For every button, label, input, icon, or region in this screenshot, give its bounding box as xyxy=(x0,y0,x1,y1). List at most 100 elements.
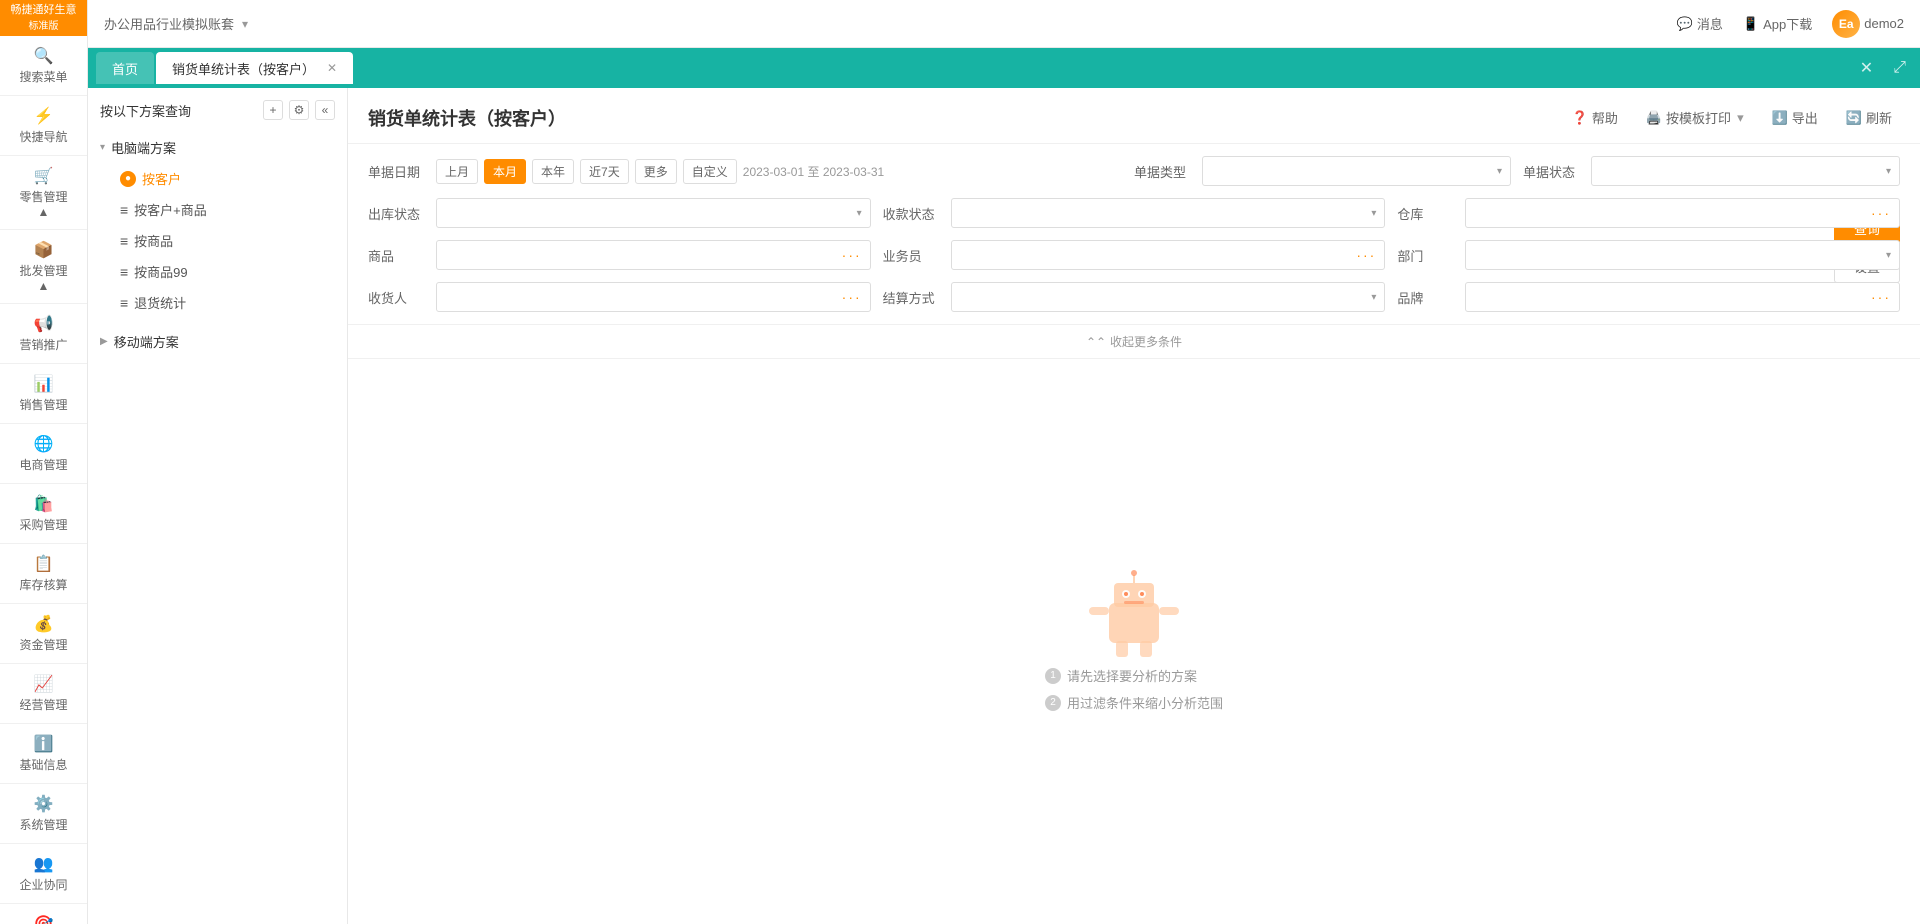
scheme-return-stats[interactable]: ≡ 退货统计 xyxy=(88,287,347,318)
collapse-bar[interactable]: ⌃⌃ 收起更多条件 xyxy=(348,325,1920,359)
date-btn-custom[interactable]: 自定义 xyxy=(683,159,737,184)
basic-icon: ℹ️ xyxy=(4,734,83,754)
doc-type-field: 单据类型 ▾ xyxy=(1134,156,1511,186)
page-actions: ❓ 帮助 🖨️ 按模板打印 ⬇️ 导出 🔄 刷新 xyxy=(1564,104,1900,131)
date-btn-last-month[interactable]: 上月 xyxy=(436,159,478,184)
scheme-icon: ≡ xyxy=(120,295,128,311)
mobile-section: ▶ 移动端方案 xyxy=(88,322,347,361)
user-menu[interactable]: Ea demo2 xyxy=(1832,10,1904,38)
doc-status-field: 单据状态 ▾ xyxy=(1523,156,1900,186)
active-scheme-dot: ● xyxy=(120,171,136,187)
mobile-section-header[interactable]: ▶ 移动端方案 xyxy=(88,326,347,357)
mobile-section-label: 移动端方案 xyxy=(114,332,179,351)
brand-select[interactable]: ··· xyxy=(1465,282,1900,312)
settlement-label: 结算方式 xyxy=(883,288,943,307)
doc-status-arrow-icon: ▾ xyxy=(1886,166,1891,177)
out-status-field: 出库状态 ▾ xyxy=(368,198,871,228)
refresh-btn[interactable]: 🔄 刷新 xyxy=(1838,104,1900,131)
purchase-icon: 🛍️ xyxy=(4,494,83,514)
scheme-by-customer[interactable]: ● 按客户 xyxy=(88,163,347,194)
department-select[interactable]: ▾ xyxy=(1465,240,1900,270)
department-arrow-icon: ▾ xyxy=(1886,250,1891,261)
app-download-icon: 📱 xyxy=(1743,16,1759,32)
template-print-btn[interactable]: 🖨️ 按模板打印 xyxy=(1638,104,1752,131)
sidebar-item-label: 库存核算 xyxy=(4,576,83,593)
sidebar-item-finance[interactable]: 💰 资金管理 xyxy=(0,604,87,664)
app-download-btn[interactable]: 📱 App下载 xyxy=(1743,14,1812,33)
tab-maximize-icon[interactable]: ⤢ xyxy=(1887,57,1912,79)
out-status-label: 出库状态 xyxy=(368,204,428,223)
quick-nav-icon: ⚡ xyxy=(4,106,83,126)
department-label: 部门 xyxy=(1397,246,1457,265)
scheme-by-customer-product[interactable]: ≡ 按客户+商品 xyxy=(88,194,347,225)
sidebar-item-enterprise[interactable]: 👥 企业协同 xyxy=(0,844,87,904)
help-btn[interactable]: ❓ 帮助 xyxy=(1564,104,1626,131)
sidebar-item-sales[interactable]: 📊 销售管理 xyxy=(0,364,87,424)
tab-close-icon[interactable]: ✕ xyxy=(327,61,337,75)
recipient-select[interactable]: ··· xyxy=(436,282,871,312)
receipt-status-select[interactable]: ▾ xyxy=(951,198,1386,228)
wholesale-arrow-icon: ▲ xyxy=(38,279,50,293)
date-btn-this-year[interactable]: 本年 xyxy=(532,159,574,184)
sidebar-item-newbie[interactable]: 🎯 新手引导 xyxy=(0,904,87,924)
sidebar-item-ecommerce[interactable]: 🌐 电商管理 xyxy=(0,424,87,484)
tip-text-1: 请先选择要分析的方案 xyxy=(1067,666,1197,685)
product-select[interactable]: ··· xyxy=(436,240,871,270)
sidebar-item-purchase[interactable]: 🛍️ 采购管理 xyxy=(0,484,87,544)
date-btn-this-month[interactable]: 本月 xyxy=(484,159,526,184)
date-range-text: 2023-03-01 至 2023-03-31 xyxy=(743,163,884,180)
tab-home[interactable]: 首页 xyxy=(96,52,154,84)
sidebar-item-marketing[interactable]: 📢 营销推广 xyxy=(0,304,87,364)
sales-icon: 📊 xyxy=(4,374,83,394)
sidebar-item-label: 经营管理 xyxy=(4,696,83,713)
sidebar-item-system[interactable]: ⚙️ 系统管理 xyxy=(0,784,87,844)
scheme-by-product99-label: 按商品99 xyxy=(134,262,187,281)
sidebar-item-inventory[interactable]: 📋 库存核算 xyxy=(0,544,87,604)
sidebar-item-quick-nav[interactable]: ⚡ 快捷导航 xyxy=(0,96,87,156)
sidebar-item-label: 零售管理 xyxy=(4,188,83,205)
tip-text-2: 用过滤条件来缩小分析范围 xyxy=(1067,693,1223,712)
settings-scheme-btn[interactable]: ⚙ xyxy=(289,100,309,120)
sidebar-item-retail[interactable]: 🛒 零售管理 ▲ xyxy=(0,156,87,230)
breadcrumb-dropdown-icon[interactable]: ▾ xyxy=(242,17,248,31)
header-right: 💬 消息 📱 App下载 Ea demo2 xyxy=(1677,10,1904,38)
tab-close-all-icon[interactable]: ✕ xyxy=(1854,56,1879,80)
empty-tips: 1 请先选择要分析的方案 2 用过滤条件来缩小分析范围 xyxy=(1045,666,1223,720)
sidebar-item-search-menu[interactable]: 🔍 搜索菜单 xyxy=(0,36,87,96)
marketing-icon: 📢 xyxy=(4,314,83,334)
salesperson-label: 业务员 xyxy=(883,246,943,265)
salesperson-dots-icon: ··· xyxy=(1356,247,1376,263)
desktop-section-header[interactable]: ▾ 电脑端方案 xyxy=(88,132,347,163)
export-btn[interactable]: ⬇️ 导出 xyxy=(1764,104,1826,131)
collapse-scheme-btn[interactable]: « xyxy=(315,100,335,120)
filter-panel: 按以下方案查询 + ⚙ « ▾ 电脑端方案 ● 按客户 ≡ 按 xyxy=(88,88,348,924)
doc-type-select[interactable]: ▾ xyxy=(1202,156,1511,186)
date-btn-7days[interactable]: 近7天 xyxy=(580,159,629,184)
tab-sales-stats[interactable]: 销货单统计表（按客户） ✕ xyxy=(156,52,353,84)
page-title: 销货单统计表（按客户） xyxy=(368,105,566,131)
sidebar-item-operation[interactable]: 📈 经营管理 xyxy=(0,664,87,724)
date-btn-more[interactable]: 更多 xyxy=(635,159,677,184)
warehouse-select[interactable]: ··· xyxy=(1465,198,1900,228)
out-status-select[interactable]: ▾ xyxy=(436,198,871,228)
settlement-arrow-icon: ▾ xyxy=(1371,292,1376,303)
sidebar-item-basic[interactable]: ℹ️ 基础信息 xyxy=(0,724,87,784)
scheme-by-customer-label: 按客户 xyxy=(142,169,181,188)
sidebar-item-label: 批发管理 xyxy=(4,262,83,279)
sidebar-item-label: 销售管理 xyxy=(4,396,83,413)
finance-icon: 💰 xyxy=(4,614,83,634)
salesperson-select[interactable]: ··· xyxy=(951,240,1386,270)
doc-status-select[interactable]: ▾ xyxy=(1591,156,1900,186)
scheme-icon: ≡ xyxy=(120,264,128,280)
message-btn[interactable]: 💬 消息 xyxy=(1677,14,1723,33)
operation-icon: 📈 xyxy=(4,674,83,694)
settlement-select[interactable]: ▾ xyxy=(951,282,1386,312)
sidebar-item-wholesale[interactable]: 📦 批发管理 ▲ xyxy=(0,230,87,304)
breadcrumb: 办公用品行业模拟账套 xyxy=(104,14,234,33)
receipt-status-arrow-icon: ▾ xyxy=(1371,208,1376,219)
scheme-by-product[interactable]: ≡ 按商品 xyxy=(88,225,347,256)
export-icon: ⬇️ xyxy=(1772,110,1788,126)
scheme-by-product99[interactable]: ≡ 按商品99 xyxy=(88,256,347,287)
sidebar-item-label: 基础信息 xyxy=(4,756,83,773)
add-scheme-btn[interactable]: + xyxy=(263,100,283,120)
